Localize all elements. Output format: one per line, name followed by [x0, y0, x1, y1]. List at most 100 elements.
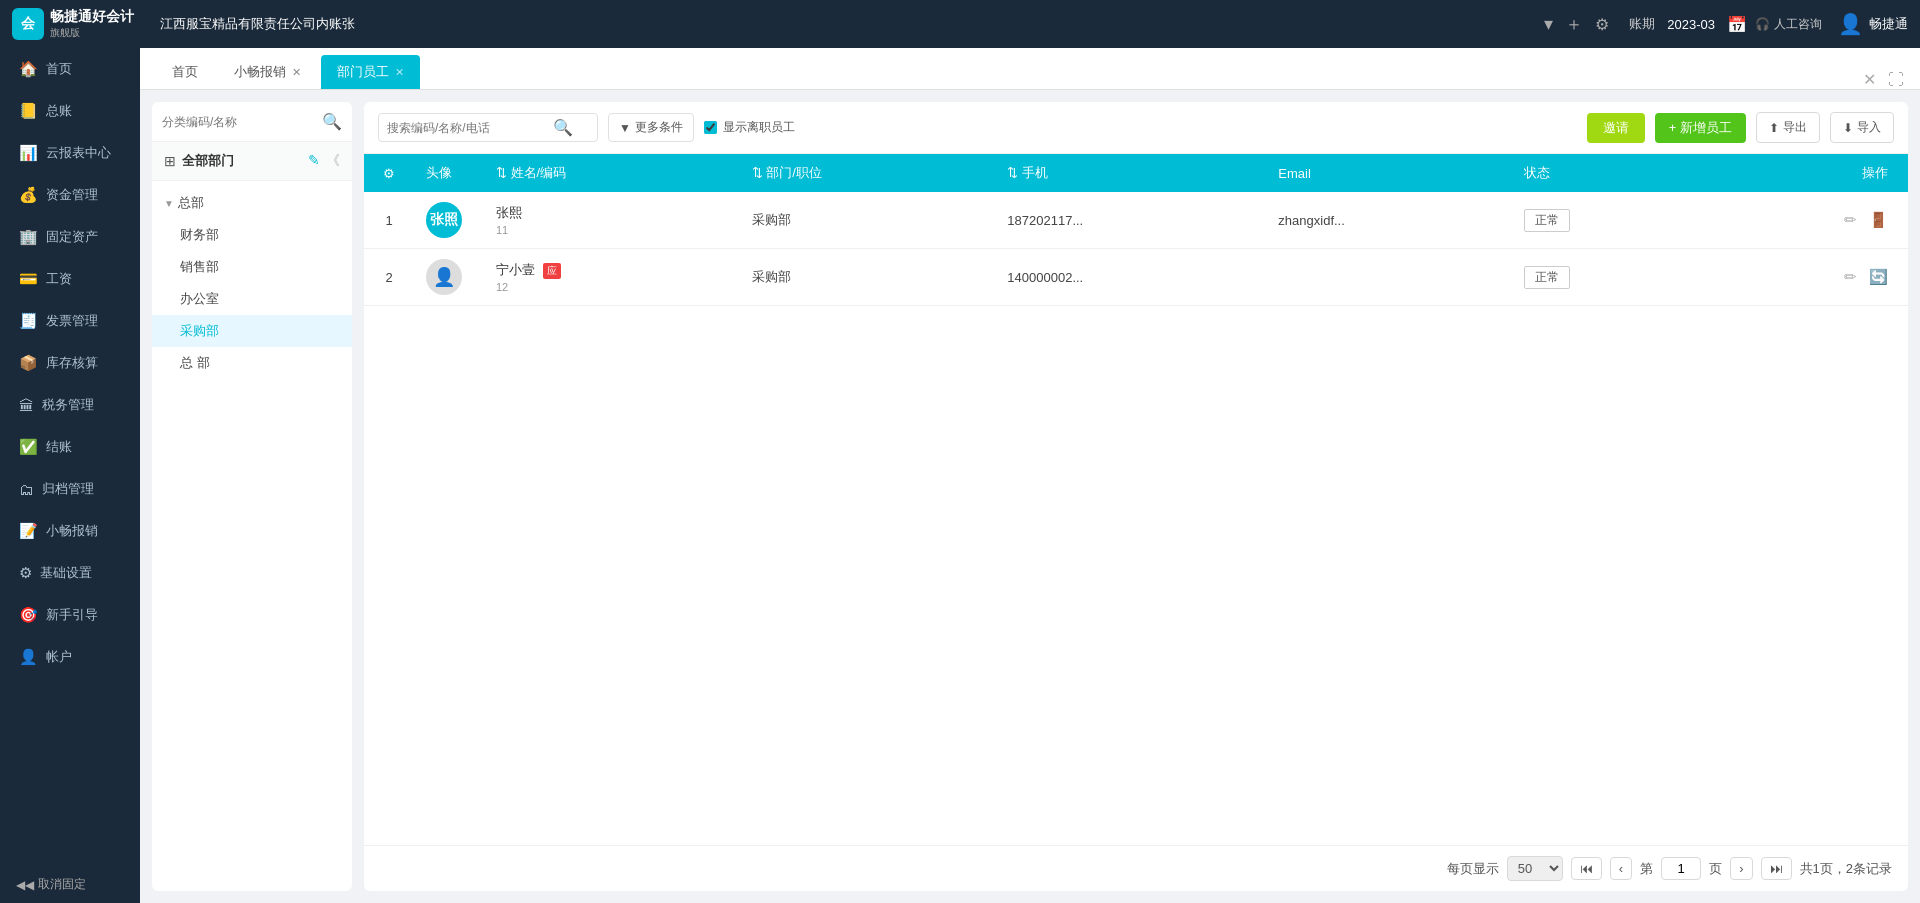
sidebar-item-guide[interactable]: 🎯 新手引导	[0, 594, 140, 636]
last-page-btn[interactable]: ⏭	[1761, 857, 1792, 880]
cancel-fix-btn[interactable]: ◀◀ 取消固定	[0, 866, 140, 903]
page-number-input[interactable]	[1661, 857, 1701, 880]
tab-expense-label: 小畅报销	[234, 63, 286, 81]
row1-actions: ✏ 🚪	[1702, 192, 1908, 249]
prev-page-btn[interactable]: ‹	[1610, 857, 1632, 880]
tab-expense[interactable]: 小畅报销 ✕	[218, 55, 317, 89]
tab-employees[interactable]: 部门员工 ✕	[321, 55, 420, 89]
show-resigned-checkbox[interactable]	[704, 121, 717, 134]
sidebar-label-home: 首页	[46, 60, 72, 78]
export-btn[interactable]: ⬆ 导出	[1756, 112, 1820, 143]
tab-home[interactable]: 首页	[156, 55, 214, 89]
col-name-code[interactable]: ⇅ 姓名/编码	[484, 154, 740, 192]
sidebar-item-expense[interactable]: 📝 小畅报销	[0, 510, 140, 552]
sidebar-item-funds[interactable]: 💰 资金管理	[0, 174, 140, 216]
dept-item-finance[interactable]: 财务部	[152, 219, 352, 251]
company-dropdown-icon[interactable]: ▾	[1544, 13, 1553, 35]
add-icon[interactable]: ＋	[1565, 12, 1583, 36]
logo-text: 畅捷通好会计	[50, 8, 134, 26]
period-label: 账期	[1629, 15, 1655, 33]
tax-icon: 🏛	[19, 397, 34, 414]
sidebar: 🏠 首页 📒 总账 📊 云报表中心 💰 资金管理 🏢 固定资产 💳 工资 🧾 发…	[0, 48, 140, 903]
add-employee-btn[interactable]: + 新增员工	[1655, 113, 1746, 143]
logo-area: 会 畅捷通好会计 旗舰版	[12, 8, 152, 40]
ai-service-btn[interactable]: 🎧 人工咨询	[1755, 16, 1822, 33]
sidebar-item-ledger[interactable]: 📒 总账	[0, 90, 140, 132]
tab-employees-label: 部门员工	[337, 63, 389, 81]
more-filter-btn[interactable]: ▼ 更多条件	[608, 113, 694, 142]
sidebar-item-home[interactable]: 🏠 首页	[0, 48, 140, 90]
logout-icon-row1[interactable]: 🚪	[1869, 211, 1888, 229]
sidebar-item-inventory[interactable]: 📦 库存核算	[0, 342, 140, 384]
dept-finance-label: 财务部	[180, 226, 219, 244]
dept-item-office[interactable]: 办公室	[152, 283, 352, 315]
dept-search-icon[interactable]: 🔍	[322, 112, 342, 131]
row1-index: 1	[364, 192, 414, 249]
col-settings[interactable]: ⚙	[364, 154, 414, 192]
dept-item-general[interactable]: ▼ 总部	[152, 187, 352, 219]
emp-search-icon[interactable]: 🔍	[553, 118, 573, 137]
filter-icon: ▼	[619, 121, 631, 135]
close-window-btn[interactable]: ✕	[1863, 70, 1876, 89]
dept-tree: ▼ 总部 财务部 销售部 办公室 采购部	[152, 181, 352, 891]
row1-phone: 187202117...	[995, 192, 1266, 249]
row2-dept: 采购部	[740, 249, 996, 306]
sidebar-item-settings[interactable]: ⚙ 基础设置	[0, 552, 140, 594]
show-resigned-label[interactable]: 显示离职员工	[704, 119, 795, 136]
archive-icon: 🗂	[19, 481, 34, 498]
employee-table: ⚙ 头像 ⇅ 姓名/编码 ⇅ 部门/职位 ⇅ 手机	[364, 154, 1908, 306]
emp-toolbar: 🔍 ▼ 更多条件 显示离职员工 邀请 + 新增员工	[364, 102, 1908, 154]
delete-icon-row2[interactable]: 🔄	[1869, 268, 1888, 286]
dept-item-hq[interactable]: 总 部	[152, 347, 352, 379]
sidebar-item-account[interactable]: 👤 帐户	[0, 636, 140, 678]
edit-icon-row1[interactable]: ✏	[1844, 211, 1857, 229]
expense-icon: 📝	[19, 522, 38, 540]
sidebar-item-reports[interactable]: 📊 云报表中心	[0, 132, 140, 174]
tab-expense-close[interactable]: ✕	[292, 66, 301, 79]
arrow-left-icon: ◀◀	[16, 878, 34, 892]
sidebar-label-assets: 固定资产	[46, 228, 98, 246]
first-page-btn[interactable]: ⏮	[1571, 857, 1602, 880]
sidebar-item-checkout[interactable]: ✅ 结账	[0, 426, 140, 468]
ledger-icon: 📒	[19, 102, 38, 120]
dept-header: ⊞ 全部部门 ✎ 《	[152, 142, 352, 181]
header-actions: 🎧 人工咨询 👤 畅捷通	[1755, 12, 1908, 36]
dept-collapse-icon[interactable]: 《	[326, 152, 340, 170]
emp-tag: 应	[543, 263, 561, 279]
user-area[interactable]: 👤 畅捷通	[1838, 12, 1908, 36]
main-layout: 🏠 首页 📒 总账 📊 云报表中心 💰 资金管理 🏢 固定资产 💳 工资 🧾 发…	[0, 48, 1920, 903]
calendar-icon[interactable]: 📅	[1727, 15, 1747, 34]
dept-office-label: 办公室	[180, 290, 219, 308]
sidebar-label-archive: 归档管理	[42, 480, 94, 498]
col-phone[interactable]: ⇅ 手机	[995, 154, 1266, 192]
sidebar-item-archive[interactable]: 🗂 归档管理	[0, 468, 140, 510]
dept-item-sales[interactable]: 销售部	[152, 251, 352, 283]
invite-btn[interactable]: 邀请	[1587, 113, 1645, 143]
edit-icon-row2[interactable]: ✏	[1844, 268, 1857, 286]
table-row: 2 👤 宁小壹 应 12	[364, 249, 1908, 306]
sidebar-label-funds: 资金管理	[46, 186, 98, 204]
sidebar-item-assets[interactable]: 🏢 固定资产	[0, 216, 140, 258]
sidebar-item-tax[interactable]: 🏛 税务管理	[0, 384, 140, 426]
col-email: Email	[1266, 154, 1512, 192]
dept-edit-icon[interactable]: ✎	[308, 152, 320, 170]
col-dept[interactable]: ⇅ 部门/职位	[740, 154, 996, 192]
per-page-select[interactable]: 50 20 100	[1507, 856, 1563, 881]
dept-search-input[interactable]	[162, 115, 316, 129]
export-icon: ⬆	[1769, 121, 1779, 135]
tab-home-label: 首页	[172, 63, 198, 81]
sidebar-item-invoice[interactable]: 🧾 发票管理	[0, 300, 140, 342]
home-icon: 🏠	[19, 60, 38, 78]
account-icon: 👤	[19, 648, 38, 666]
emp-search-input[interactable]	[387, 121, 547, 135]
maximize-window-btn[interactable]: ⛶	[1888, 71, 1904, 89]
sidebar-item-salary[interactable]: 💳 工资	[0, 258, 140, 300]
dept-item-purchase[interactable]: 采购部	[152, 315, 352, 347]
logo-icon: 会	[12, 8, 44, 40]
next-page-btn[interactable]: ›	[1730, 857, 1752, 880]
col-action: 操作	[1702, 154, 1908, 192]
tab-employees-close[interactable]: ✕	[395, 66, 404, 79]
row2-email	[1266, 249, 1512, 306]
settings-icon[interactable]: ⚙	[1595, 15, 1609, 34]
import-btn[interactable]: ⬇ 导入	[1830, 112, 1894, 143]
